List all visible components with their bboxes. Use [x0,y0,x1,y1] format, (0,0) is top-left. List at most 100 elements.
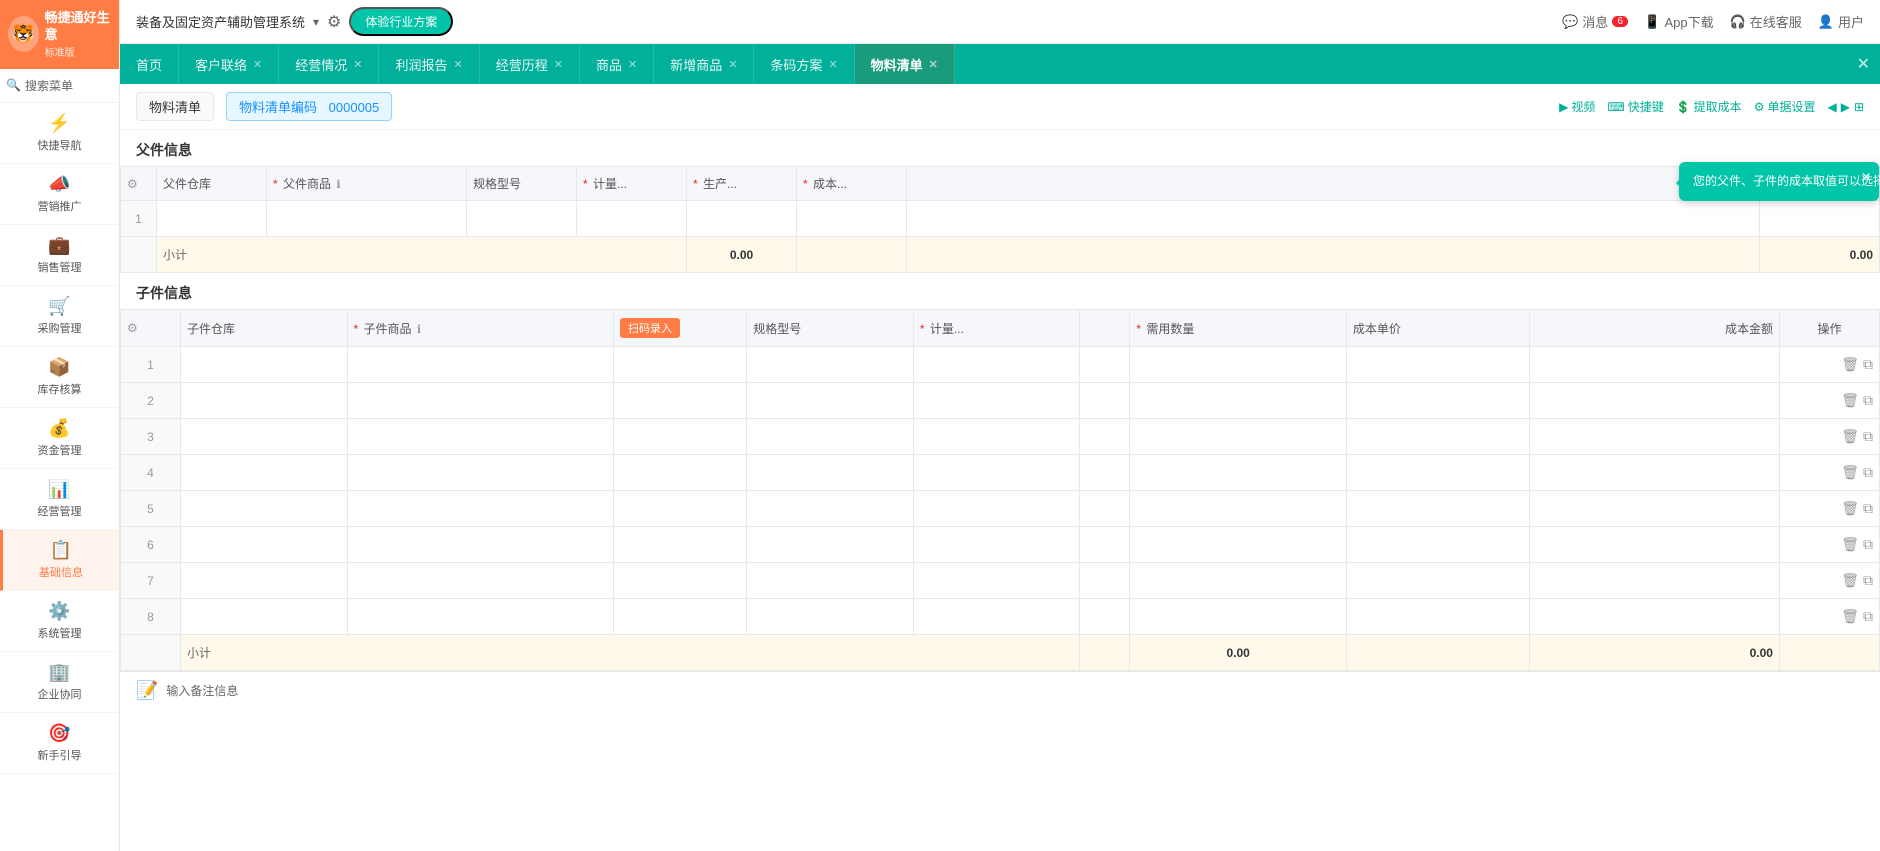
child-spec-cell-6[interactable] [747,527,914,563]
parent-product-info-icon[interactable]: ℹ [336,179,340,191]
child-warehouse-cell-3[interactable] [180,419,347,455]
toolbar-single-settings[interactable]: ⚙ 单据设置 [1754,98,1816,115]
child-spec-cell-2[interactable] [747,383,914,419]
child-unit-price-cell-2[interactable] [1346,383,1529,419]
sidebar-item-sales[interactable]: 💼 销售管理 [0,225,119,286]
breadcrumb-tab-list[interactable]: 物料清单 [136,92,214,121]
child-spec-cell-7[interactable] [747,563,914,599]
sidebar-item-quick-nav[interactable]: ⚡ 快捷导航 [0,103,119,164]
toolbar-extract-cost[interactable]: 💲 提取成本 [1676,98,1742,115]
grid-icon[interactable]: ⊞ [1854,100,1864,114]
child-quantity-cell-8[interactable] [1130,599,1347,635]
child-spec-cell-1[interactable] [747,347,914,383]
child-cost-amount-cell-4[interactable] [1530,455,1780,491]
delete-row-6-icon[interactable]: 🗑 [1841,536,1859,553]
child-quantity-cell-3[interactable] [1130,419,1347,455]
delete-row-5-icon[interactable]: 🗑 [1841,500,1859,517]
message-button[interactable]: 💬 消息 6 [1562,12,1628,31]
sidebar-item-finance[interactable]: 💰 资金管理 [0,408,119,469]
tab-barcode-close[interactable]: ✕ [828,58,837,71]
child-unit-price-cell-1[interactable] [1346,347,1529,383]
tab-bom-close[interactable]: ✕ [929,58,938,71]
child-cost-amount-cell-5[interactable] [1530,491,1780,527]
tab-products-close[interactable]: ✕ [628,58,637,71]
child-warehouse-cell-6[interactable] [180,527,347,563]
child-warehouse-cell-4[interactable] [180,455,347,491]
child-unit-cell-4[interactable] [913,455,1080,491]
parent-col-settings[interactable]: ⚙ [121,167,157,201]
child-quantity-cell-1[interactable] [1130,347,1347,383]
delete-row-2-icon[interactable]: 🗑 [1841,392,1859,409]
child-quantity-cell-4[interactable] [1130,455,1347,491]
child-unit-cell-8[interactable] [913,599,1080,635]
tab-customers[interactable]: 客户联络 ✕ [179,44,279,84]
child-unit-cell-2[interactable] [913,383,1080,419]
delete-row-7-icon[interactable]: 🗑 [1841,572,1859,589]
tab-new-product-close[interactable]: ✕ [728,58,737,71]
sidebar-item-basic[interactable]: 📋 基础信息 [0,530,119,591]
child-quantity-cell-6[interactable] [1130,527,1347,563]
child-product-cell-3[interactable] [347,419,614,455]
child-spec-cell-4[interactable] [747,455,914,491]
system-dropdown-arrow[interactable]: ▾ [313,15,319,29]
child-cost-amount-cell-1[interactable] [1530,347,1780,383]
sidebar-item-marketing[interactable]: 📣 营销推广 [0,164,119,225]
child-cost-amount-cell-3[interactable] [1530,419,1780,455]
child-spec-cell-5[interactable] [747,491,914,527]
child-warehouse-cell-5[interactable] [180,491,347,527]
child-warehouse-cell-8[interactable] [180,599,347,635]
child-settings-icon[interactable]: ⚙ [127,321,138,335]
child-cost-amount-cell-6[interactable] [1530,527,1780,563]
nav-prev-icon[interactable]: ◀ [1827,100,1836,114]
app-download-button[interactable]: 📱 App下载 [1644,12,1713,31]
sidebar-item-operation[interactable]: 📊 经营管理 [0,469,119,530]
delete-row-8-icon[interactable]: 🗑 [1841,608,1859,625]
child-unit-price-cell-3[interactable] [1346,419,1529,455]
tab-products[interactable]: 商品 ✕ [580,44,654,84]
tab-history-close[interactable]: ✕ [554,58,563,71]
child-product-cell-6[interactable] [347,527,614,563]
child-unit-price-cell-8[interactable] [1346,599,1529,635]
child-product-cell-1[interactable] [347,347,614,383]
child-unit-price-cell-4[interactable] [1346,455,1529,491]
child-col-settings[interactable]: ⚙ [121,310,181,347]
toolbar-shortcut[interactable]: ⌨ 快捷键 [1607,98,1663,115]
child-quantity-cell-2[interactable] [1130,383,1347,419]
child-unit-price-cell-5[interactable] [1346,491,1529,527]
child-product-cell-5[interactable] [347,491,614,527]
user-button[interactable]: 👤 用户 [1818,12,1864,31]
scan-button[interactable]: 扫码录入 [620,318,680,338]
parent-product-cell-1[interactable] [267,201,467,237]
sidebar-item-purchase[interactable]: 🛒 采购管理 [0,286,119,347]
sidebar-logo[interactable]: 🐯 畅捷通好生意 标准版 [0,0,119,69]
copy-row-6-icon[interactable]: ⧉ [1863,536,1873,553]
child-unit-cell-5[interactable] [913,491,1080,527]
child-cost-amount-cell-2[interactable] [1530,383,1780,419]
child-spec-cell-3[interactable] [747,419,914,455]
parent-warehouse-cell-1[interactable] [157,201,267,237]
close-all-tabs[interactable]: ✕ [1847,54,1880,74]
tab-business-close[interactable]: ✕ [353,58,362,71]
child-unit-cell-7[interactable] [913,563,1080,599]
sidebar-item-inventory[interactable]: 📦 库存核算 [0,347,119,408]
parent-settings-icon[interactable]: ⚙ [127,177,138,191]
tab-business[interactable]: 经营情况 ✕ [279,44,379,84]
tab-new-product[interactable]: 新增商品 ✕ [654,44,754,84]
parent-spec-cell-1[interactable] [467,201,577,237]
child-unit-price-cell-6[interactable] [1346,527,1529,563]
copy-row-7-icon[interactable]: ⧉ [1863,572,1873,589]
nav-next-icon[interactable]: ▶ [1841,100,1850,114]
parent-unit-cell-1[interactable] [577,201,687,237]
tab-bom[interactable]: 物料清单 ✕ [855,44,955,84]
delete-row-4-icon[interactable]: 🗑 [1841,464,1859,481]
tab-customers-close[interactable]: ✕ [253,58,262,71]
delete-row-1-icon[interactable]: 🗑 [1841,356,1859,373]
child-cost-amount-cell-7[interactable] [1530,563,1780,599]
child-product-info-icon[interactable]: ℹ [417,324,421,336]
child-unit-cell-3[interactable] [913,419,1080,455]
header-gear-icon[interactable]: ⚙ [327,12,341,32]
child-quantity-cell-7[interactable] [1130,563,1347,599]
copy-row-4-icon[interactable]: ⧉ [1863,464,1873,481]
tab-barcode[interactable]: 条码方案 ✕ [754,44,854,84]
sidebar-search[interactable]: 🔍 搜索菜单 [0,69,119,103]
